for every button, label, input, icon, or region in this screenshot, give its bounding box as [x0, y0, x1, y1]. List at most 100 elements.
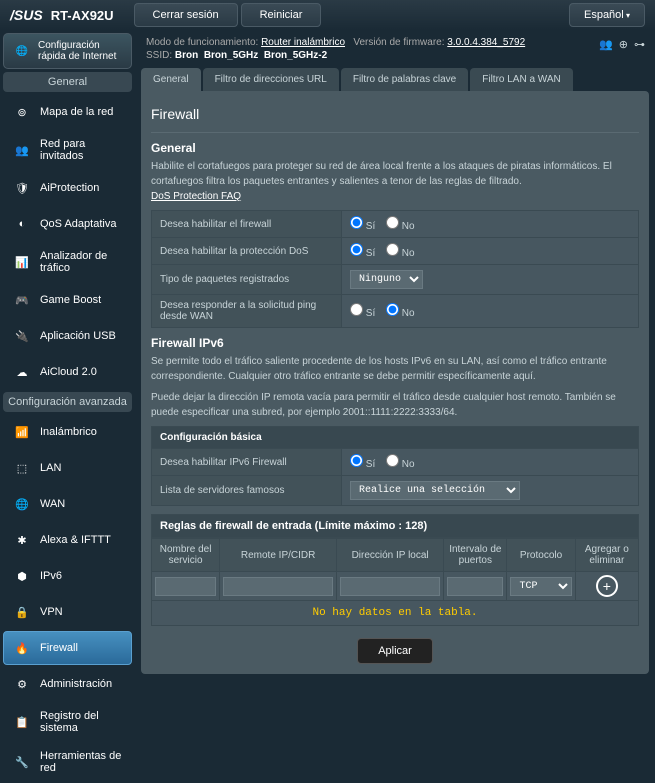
nav-qos[interactable]: ◐QoS Adaptativa [3, 207, 132, 241]
nav-traffic[interactable]: 📊Analizador de tráfico [3, 243, 132, 281]
col-add: Agregar o eliminar [575, 539, 638, 572]
col-service: Nombre del servicio [152, 539, 220, 572]
tab-lan-wan-filter[interactable]: Filtro LAN a WAN [470, 68, 573, 91]
col-proto: Protocolo [507, 539, 575, 572]
main-content: 👥 ⊕ ⊶ Modo de funcionamiento: Router ina… [135, 30, 655, 783]
col-local: Dirección IP local [337, 539, 444, 572]
gamepad-icon: 🎮 [12, 290, 32, 310]
tab-general[interactable]: General [141, 68, 201, 91]
col-remote: Remote IP/CIDR [220, 539, 337, 572]
dos-yes[interactable]: Sí [350, 248, 375, 259]
fw-no[interactable]: No [386, 221, 415, 232]
ssid-info: SSID: Bron Bron_5GHz Bron_5GHz-2 [141, 49, 649, 62]
remote-ip-input[interactable] [223, 577, 333, 596]
language-select[interactable]: Español [569, 3, 645, 27]
ping-no[interactable]: No [386, 308, 415, 319]
local-ip-input[interactable] [340, 577, 440, 596]
lan-icon: ⬚ [12, 458, 32, 478]
dos-faq-link[interactable]: DoS Protection FAQ [151, 191, 241, 202]
sidebar: 🌐 Configuración rápida de Internet Gener… [0, 30, 135, 783]
no-data-message: No hay datos en la tabla. [151, 601, 639, 626]
chart-icon: 📊 [12, 252, 32, 272]
nav-aicloud[interactable]: ☁AiCloud 2.0 [3, 355, 132, 389]
ping-no-radio[interactable] [386, 303, 399, 316]
ping-yes[interactable]: Sí [350, 308, 375, 319]
logout-button[interactable]: Cerrar sesión [134, 3, 238, 27]
fw-no-radio[interactable] [386, 216, 399, 229]
map-icon: ⊚ [12, 102, 32, 122]
globe-icon: 🌐 [12, 41, 32, 61]
dos-no-radio[interactable] [386, 243, 399, 256]
section-general-desc: Habilite el cortafuegos para proteger su… [151, 159, 639, 204]
vpn-icon: 🔒 [12, 602, 32, 622]
nav-aiprotection[interactable]: 🛡AiProtection [3, 171, 132, 205]
nav-guest[interactable]: 👥Red para invitados [3, 131, 132, 169]
qis-label: Configuración rápida de Internet [38, 40, 123, 62]
label-famous-servers: Lista de servidores famosos [152, 476, 342, 506]
ipv6-settings-table: Configuración básica Desea habilitar IPv… [151, 426, 639, 506]
nav-ipv6[interactable]: ⬢IPv6 [3, 559, 132, 593]
nav-admin[interactable]: ⚙Administración [3, 667, 132, 701]
model-name: RT-AX92U [51, 8, 114, 23]
tools-icon: 🔧 [12, 752, 32, 772]
wan-icon: 🌐 [12, 494, 32, 514]
nav-wireless[interactable]: 📶Inalámbrico [3, 415, 132, 449]
famous-servers-select[interactable]: Realice una selección [350, 481, 520, 500]
label-wan-ping: Desea responder a la solicitud ping desd… [152, 295, 342, 328]
usb-status-icon[interactable]: ⊶ [634, 38, 645, 51]
users-status-icon[interactable]: 👥 [599, 38, 613, 51]
ipv6-no-radio[interactable] [386, 454, 399, 467]
nav-game-boost[interactable]: 🎮Game Boost [3, 283, 132, 317]
fw-yes-radio[interactable] [350, 216, 363, 229]
nav-header-general: General [3, 72, 132, 92]
nav-firewall[interactable]: 🔥Firewall [3, 631, 132, 665]
tab-url-filter[interactable]: Filtro de direcciones URL [203, 68, 339, 91]
add-rule-button[interactable]: + [596, 575, 618, 597]
basic-config-header: Configuración básica [152, 427, 639, 449]
nav-syslog[interactable]: 📋Registro del sistema [3, 703, 132, 741]
ipv6-yes[interactable]: Sí [350, 459, 375, 470]
apply-button[interactable]: Aplicar [357, 638, 433, 664]
page-title: Firewall [151, 101, 639, 133]
service-input[interactable] [155, 577, 216, 596]
wifi-icon: 📶 [12, 422, 32, 442]
nav-usb[interactable]: 🔌Aplicación USB [3, 319, 132, 353]
ipv6-yes-radio[interactable] [350, 454, 363, 467]
admin-icon: ⚙ [12, 674, 32, 694]
shield-icon: 🛡 [12, 178, 32, 198]
protocol-select[interactable]: TCP [510, 577, 571, 596]
rules-header: Reglas de firewall de entrada (Límite má… [151, 514, 639, 538]
nav-tools[interactable]: 🔧Herramientas de red [3, 743, 132, 781]
alexa-icon: ✱ [12, 530, 32, 550]
ipv6-no[interactable]: No [386, 459, 415, 470]
usb-icon: 🔌 [12, 326, 32, 346]
qis-button[interactable]: 🌐 Configuración rápida de Internet [3, 33, 132, 69]
section-general-title: General [151, 141, 639, 155]
nav-vpn[interactable]: 🔒VPN [3, 595, 132, 629]
log-icon: 📋 [12, 712, 32, 732]
reboot-button[interactable]: Reiniciar [241, 3, 322, 27]
tab-keyword-filter[interactable]: Filtro de palabras clave [341, 68, 468, 91]
ping-yes-radio[interactable] [350, 303, 363, 316]
firewall-settings-table: Desea habilitar el firewall Sí No Desea … [151, 210, 639, 328]
nav-lan[interactable]: ⬚LAN [3, 451, 132, 485]
mesh-status-icon[interactable]: ⊕ [619, 38, 628, 51]
dos-no[interactable]: No [386, 248, 415, 259]
opmode-link[interactable]: Router inalámbrico [261, 37, 345, 48]
port-range-input[interactable] [447, 577, 503, 596]
top-bar: /SUS RT-AX92U Cerrar sesión Reiniciar Es… [0, 0, 655, 30]
col-port: Intervalo de puertos [444, 539, 507, 572]
log-type-select[interactable]: Ninguno [350, 270, 423, 289]
nav-wan[interactable]: 🌐WAN [3, 487, 132, 521]
fw-yes[interactable]: Sí [350, 221, 375, 232]
nav-network-map[interactable]: ⊚Mapa de la red [3, 95, 132, 129]
label-ipv6-enable: Desea habilitar IPv6 Firewall [152, 449, 342, 476]
opmode-info: Modo de funcionamiento: Router inalámbri… [141, 36, 649, 49]
dos-yes-radio[interactable] [350, 243, 363, 256]
gauge-icon: ◐ [12, 214, 32, 234]
fw-link[interactable]: 3.0.0.4.384_5792 [447, 37, 525, 48]
brand-logo: /SUS [10, 7, 43, 23]
nav-alexa[interactable]: ✱Alexa & IFTTT [3, 523, 132, 557]
guest-icon: 👥 [12, 140, 32, 160]
section-ipv6-title: Firewall IPv6 [151, 336, 639, 350]
